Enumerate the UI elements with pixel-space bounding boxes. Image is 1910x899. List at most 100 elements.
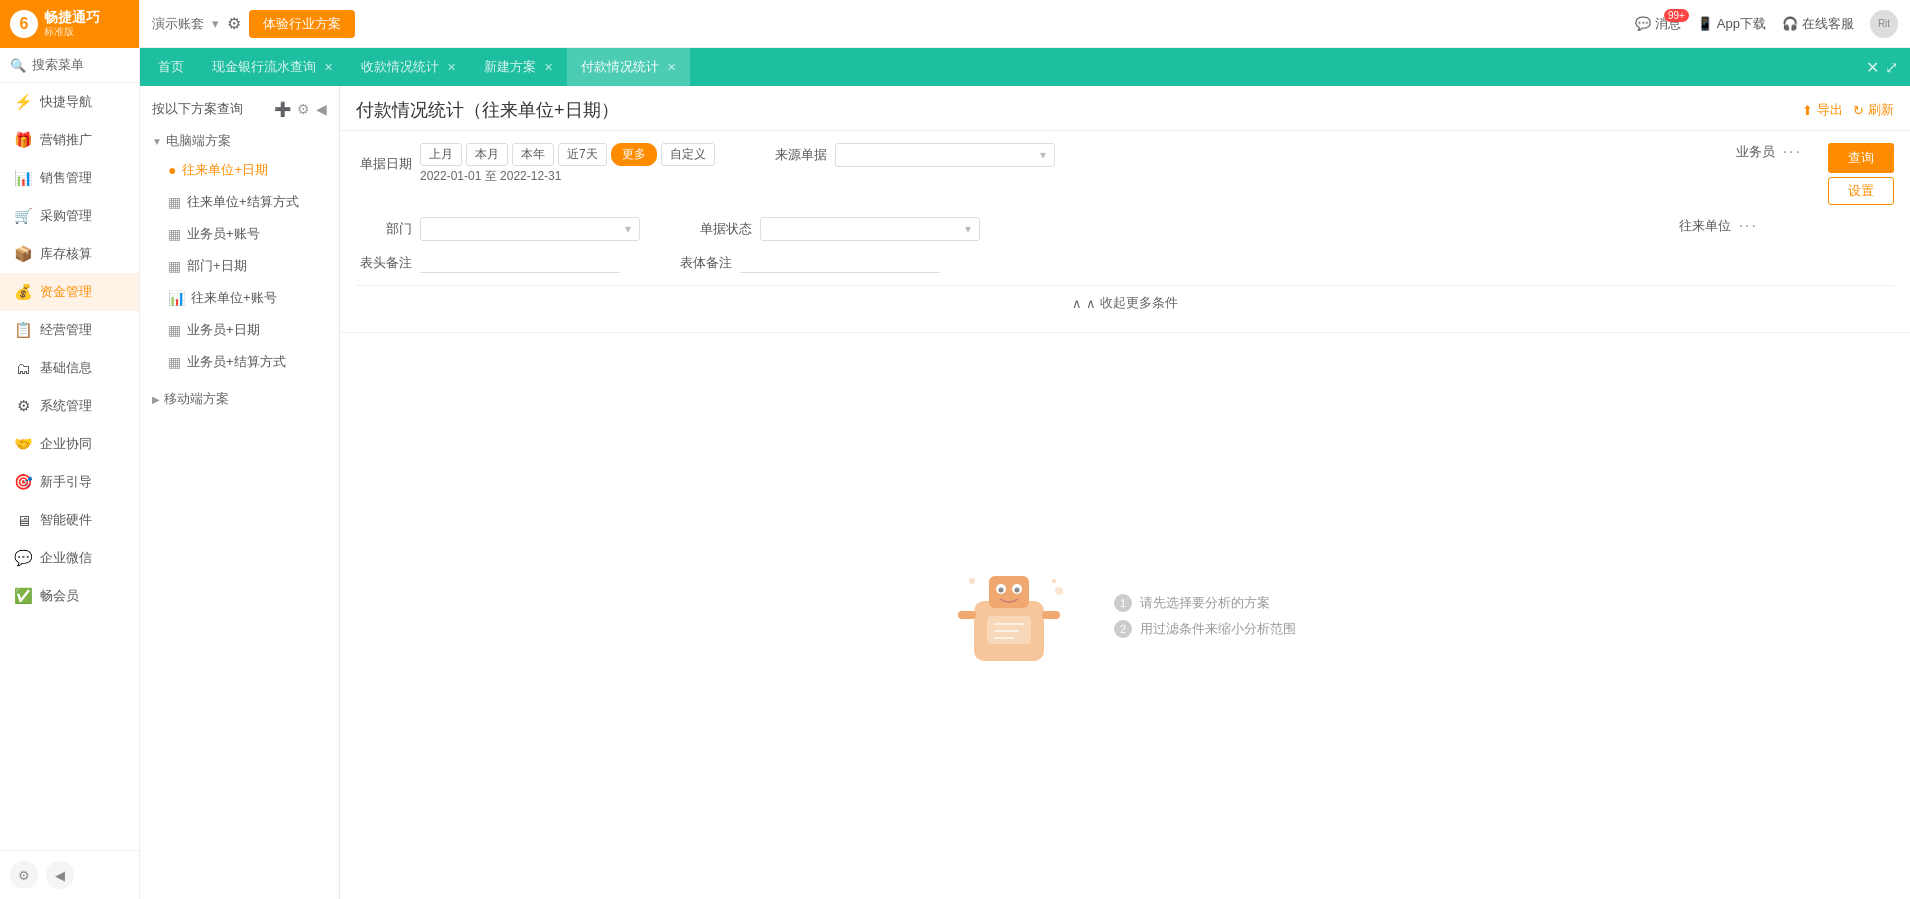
online-service-label: 在线客服	[1802, 15, 1854, 33]
user-avatar[interactable]: Rit	[1870, 10, 1898, 38]
voucher-status-select[interactable]: ▾	[760, 217, 980, 241]
tab-bank-flow[interactable]: 现金银行流水查询 ✕	[198, 48, 347, 86]
svg-point-12	[969, 578, 975, 584]
scheme-unit-account-icon: 📊	[168, 290, 185, 306]
sidebar-item-wechat[interactable]: 💬 企业微信	[0, 539, 139, 577]
mobile-scheme-group: ▶ 移动端方案	[140, 382, 339, 416]
scheme-staff-date[interactable]: ▦ 业务员+日期	[140, 314, 339, 346]
date-btn-7days[interactable]: 近7天	[558, 143, 607, 166]
sidebar-item-marketing[interactable]: 🎁 营销推广	[0, 121, 139, 159]
scheme-unit-date[interactable]: ● 往来单位+日期	[140, 154, 339, 186]
mobile-group-title[interactable]: ▶ 移动端方案	[140, 386, 339, 412]
sidebar-item-guide[interactable]: 🎯 新手引导	[0, 463, 139, 501]
tab-payment-stat[interactable]: 付款情况统计 ✕	[567, 48, 690, 86]
filter-settings-btn[interactable]: 设置	[1828, 177, 1894, 205]
date-btn-this-month[interactable]: 本月	[466, 143, 508, 166]
sidebar-item-purchase[interactable]: 🛒 采购管理	[0, 197, 139, 235]
query-actions: 查询 设置	[1828, 143, 1894, 205]
online-service[interactable]: 🎧 在线客服	[1782, 15, 1854, 33]
desktop-group-title[interactable]: ▼ 电脑端方案	[140, 128, 339, 154]
source-label: 来源单据	[771, 146, 827, 164]
notifications[interactable]: 💬 消息 99+	[1635, 15, 1681, 33]
tab-receipt-stat-close[interactable]: ✕	[447, 61, 456, 74]
panel-settings-btn[interactable]: ⚙	[297, 101, 310, 117]
sidebar-item-member[interactable]: ✅ 畅会员	[0, 577, 139, 615]
sidebar-item-operation[interactable]: 📋 经营管理	[0, 311, 139, 349]
scheme-dept-date[interactable]: ▦ 部门+日期	[140, 250, 339, 282]
counterpart-label: 往来单位	[1675, 217, 1731, 235]
sidebar-item-hardware[interactable]: 🖥 智能硬件	[0, 501, 139, 539]
enterprise-icon: 🤝	[14, 435, 32, 453]
search-menu[interactable]: 🔍 搜索菜单	[0, 48, 139, 83]
mobile-group-arrow: ▶	[152, 394, 160, 405]
date-field: 单据日期 上月 本月 本年 近7天 更多 自定义 2022-01-01 至 20…	[356, 143, 715, 185]
header-settings-icon[interactable]: ⚙	[227, 14, 241, 33]
date-range-text: 2022-01-01 至 2022-12-31	[420, 168, 715, 185]
tab-home[interactable]: 首页	[144, 48, 198, 86]
sidebar-item-inventory[interactable]: 📦 库存核算	[0, 235, 139, 273]
sidebar-collapse-btn[interactable]: ◀	[46, 861, 74, 889]
sidebar-item-label: 库存核算	[40, 245, 92, 263]
sidebar-item-fund[interactable]: 💰 资金管理	[0, 273, 139, 311]
sidebar-item-quick-nav[interactable]: ⚡ 快捷导航	[0, 83, 139, 121]
empty-illustration	[954, 561, 1074, 671]
tab-close-all-btn[interactable]: ✕	[1866, 58, 1879, 77]
date-btn-this-year[interactable]: 本年	[512, 143, 554, 166]
trial-btn[interactable]: 体验行业方案	[249, 10, 355, 38]
tab-expand-btn[interactable]: ⤢	[1885, 58, 1898, 77]
query-btn[interactable]: 查询	[1828, 143, 1894, 173]
export-btn[interactable]: ⬆ 导出	[1802, 101, 1843, 119]
date-btn-more[interactable]: 更多	[611, 143, 657, 166]
scheme-unit-settlement[interactable]: ▦ 往来单位+结算方式	[140, 186, 339, 218]
scheme-staff-account-icon: ▦	[168, 226, 181, 242]
empty-hint-2: 2 用过滤条件来缩小分析范围	[1114, 620, 1296, 638]
sidebar-item-basic[interactable]: 🗂 基础信息	[0, 349, 139, 387]
tab-receipt-stat[interactable]: 收款情况统计 ✕	[347, 48, 470, 86]
mobile-group-label: 移动端方案	[164, 390, 229, 408]
source-select[interactable]: ▾	[835, 143, 1055, 167]
sidebar-item-label: 智能硬件	[40, 511, 92, 529]
scheme-staff-date-icon: ▦	[168, 322, 181, 338]
operation-icon: 📋	[14, 321, 32, 339]
top-header: 演示账套 ▾ ⚙ 体验行业方案 💬 消息 99+ 📱 App下载 🎧 在线客服 …	[140, 0, 1910, 48]
filter-area: 单据日期 上月 本月 本年 近7天 更多 自定义 2022-01-01 至 20…	[340, 131, 1910, 333]
staff-field: 业务员 ···	[1719, 143, 1802, 161]
dept-select-arrow: ▾	[625, 222, 631, 236]
scheme-unit-settlement-label: 往来单位+结算方式	[187, 193, 299, 211]
table-body-note-input[interactable]	[740, 253, 940, 273]
scheme-staff-account[interactable]: ▦ 业务员+账号	[140, 218, 339, 250]
company-dropdown-arrow[interactable]: ▾	[212, 16, 219, 31]
table-head-note-input[interactable]	[420, 253, 620, 273]
svg-point-4	[999, 588, 1004, 593]
filter-row-1: 单据日期 上月 本月 本年 近7天 更多 自定义 2022-01-01 至 20…	[356, 143, 1894, 205]
collapse-btn[interactable]: ∧ ∧ 收起更多条件	[356, 285, 1894, 320]
header-right: 💬 消息 99+ 📱 App下载 🎧 在线客服 Rit	[1635, 10, 1898, 38]
app-download[interactable]: 📱 App下载	[1697, 15, 1766, 33]
sidebar-item-enterprise[interactable]: 🤝 企业协同	[0, 425, 139, 463]
header-left: 演示账套 ▾ ⚙ 体验行业方案	[152, 10, 1625, 38]
empty-hint-1: 1 请先选择要分析的方案	[1114, 594, 1296, 612]
dept-select[interactable]: ▾	[420, 217, 640, 241]
staff-dots[interactable]: ···	[1783, 143, 1802, 161]
date-btn-custom[interactable]: 自定义	[661, 143, 715, 166]
logo-icon: 6	[10, 10, 38, 38]
sidebar-item-sales[interactable]: 📊 销售管理	[0, 159, 139, 197]
date-btn-last-month[interactable]: 上月	[420, 143, 462, 166]
sales-icon: 📊	[14, 169, 32, 187]
source-select-arrow: ▾	[1040, 148, 1046, 162]
scheme-staff-settlement[interactable]: ▦ 业务员+结算方式	[140, 346, 339, 378]
tab-bank-flow-close[interactable]: ✕	[324, 61, 333, 74]
scheme-unit-account[interactable]: 📊 往来单位+账号	[140, 282, 339, 314]
sidebar-settings-btn[interactable]: ⚙	[10, 861, 38, 889]
panel-add-btn[interactable]: ➕	[274, 101, 291, 117]
panel-collapse-btn[interactable]: ◀	[316, 101, 327, 117]
tab-new-scheme[interactable]: 新建方案 ✕	[470, 48, 567, 86]
counterpart-dots[interactable]: ···	[1739, 217, 1758, 235]
sidebar-item-system[interactable]: ⚙ 系统管理	[0, 387, 139, 425]
date-label: 单据日期	[356, 155, 412, 173]
tab-payment-stat-close[interactable]: ✕	[667, 61, 676, 74]
hardware-icon: 🖥	[14, 512, 32, 529]
tab-new-scheme-close[interactable]: ✕	[544, 61, 553, 74]
hint-num-1: 1	[1114, 594, 1132, 612]
refresh-btn[interactable]: ↻ 刷新	[1853, 101, 1894, 119]
